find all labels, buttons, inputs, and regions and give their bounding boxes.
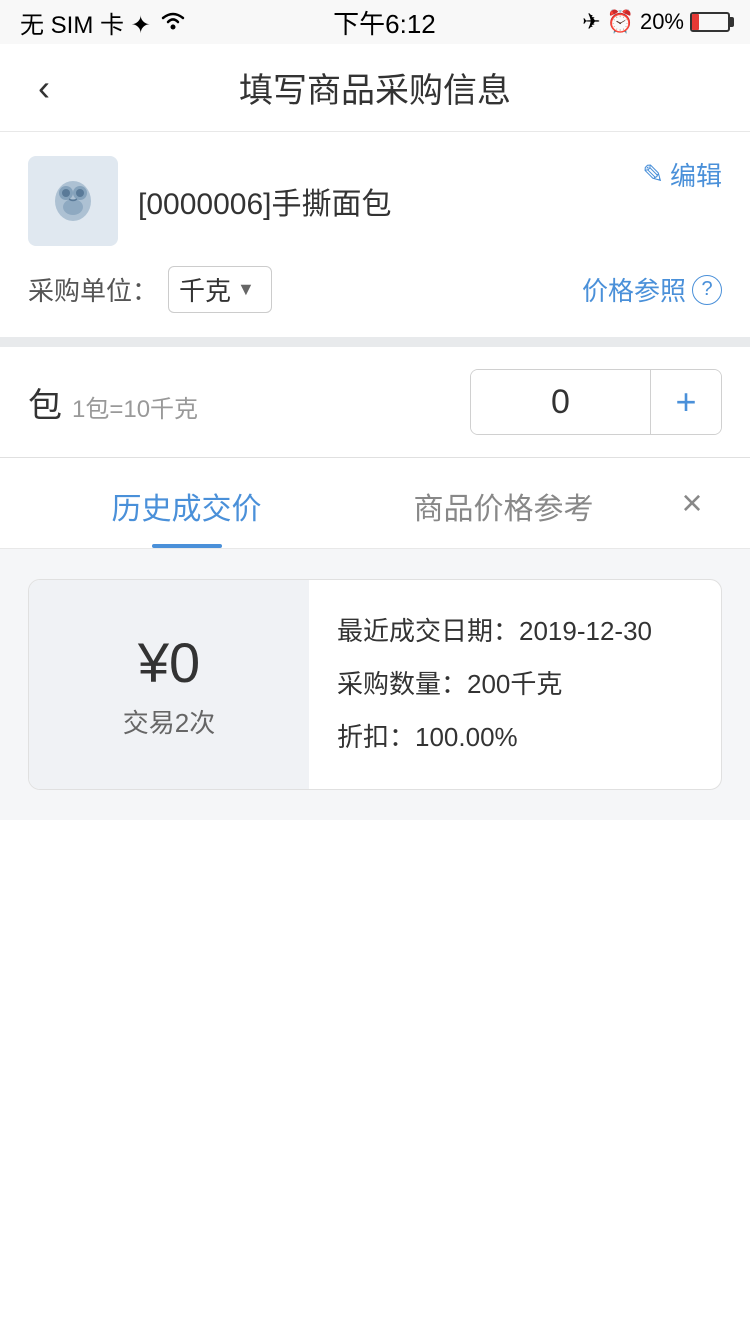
quantity-label: 包 1包=10千克 [28, 378, 198, 427]
recent-date-label: 最近成交日期： [337, 616, 519, 646]
purchase-qty-value: 200千克 [467, 669, 562, 699]
transaction-discount-row: 折扣：100.00% [337, 718, 693, 757]
battery-icon [690, 12, 730, 32]
alarm-icon: ⏰ [607, 9, 634, 35]
status-bar: 无 SIM 卡 ✦ 下午6:12 ✈ ⏰ 20% [0, 0, 750, 44]
edit-label: 编辑 [670, 156, 722, 193]
back-button[interactable]: ‹ [28, 57, 60, 119]
tab-history-price[interactable]: 历史成交价 [28, 458, 345, 548]
status-right: ✈ ⏰ 20% [582, 9, 730, 35]
quantity-control: + [470, 369, 722, 435]
transaction-qty-row: 采购数量：200千克 [337, 665, 693, 704]
wifi-icon [159, 8, 187, 37]
purchase-unit-label: 采购单位： [28, 271, 158, 308]
quantity-input[interactable] [471, 370, 651, 434]
price-reference-button[interactable]: 价格参照 ? [582, 271, 722, 308]
product-left: [0000006]手撕面包 [28, 156, 391, 246]
transaction-count: 交易2次 [123, 703, 215, 740]
purchase-unit: 采购单位： 千克 ▼ [28, 266, 272, 313]
edit-icon: ✎ [642, 159, 664, 190]
help-circle-icon: ? [692, 275, 722, 305]
unit-value: 千克 [179, 271, 231, 308]
transaction-summary: ¥0 交易2次 [29, 580, 309, 789]
quantity-conversion: 1包=10千克 [72, 389, 198, 424]
quantity-plus-button[interactable]: + [651, 370, 721, 434]
quantity-row: 包 1包=10千克 + [0, 347, 750, 457]
nav-bar: ‹ 填写商品采购信息 [0, 44, 750, 132]
transaction-area: ¥0 交易2次 最近成交日期：2019-12-30 采购数量：200千克 折扣：… [0, 549, 750, 820]
purchase-qty-label: 采购数量： [337, 669, 467, 699]
product-card: [0000006]手撕面包 ✎ 编辑 采购单位： 千克 ▼ 价格参照 ? [0, 132, 750, 337]
transaction-price: ¥0 [138, 630, 200, 695]
main-content: [0000006]手撕面包 ✎ 编辑 采购单位： 千克 ▼ 价格参照 ? [0, 132, 750, 1334]
discount-label: 折扣： [337, 722, 415, 752]
transaction-card: ¥0 交易2次 最近成交日期：2019-12-30 采购数量：200千克 折扣：… [28, 579, 722, 790]
product-name: [0000006]手撕面包 [138, 179, 391, 223]
page-title: 填写商品采购信息 [239, 63, 511, 112]
edit-button[interactable]: ✎ 编辑 [642, 156, 722, 193]
price-panel: 历史成交价 商品价格参考 × ¥0 交易2次 最近成交日期：2019-12-30… [0, 457, 750, 820]
transaction-date-row: 最近成交日期：2019-12-30 [337, 612, 693, 651]
status-left: 无 SIM 卡 ✦ [20, 5, 187, 40]
section-divider [0, 337, 750, 347]
unit-select[interactable]: 千克 ▼ [168, 266, 272, 313]
product-logo-icon [43, 167, 103, 236]
tab-bar: 历史成交价 商品价格参考 × [0, 458, 750, 549]
tab-product-price-ref[interactable]: 商品价格参考 [345, 458, 662, 548]
discount-value: 100.00% [415, 722, 518, 752]
battery-percent: 20% [640, 9, 684, 35]
quantity-unit: 包 [28, 378, 62, 427]
location-icon: ✈ [582, 9, 600, 35]
chevron-down-icon: ▼ [237, 279, 255, 300]
recent-date-value: 2019-12-30 [519, 616, 652, 646]
price-ref-label: 价格参照 [582, 271, 686, 308]
product-meta: 采购单位： 千克 ▼ 价格参照 ? [28, 266, 722, 313]
product-header: [0000006]手撕面包 ✎ 编辑 [28, 156, 722, 246]
product-image [28, 156, 118, 246]
status-time: 下午6:12 [333, 4, 436, 41]
transaction-details: 最近成交日期：2019-12-30 采购数量：200千克 折扣：100.00% [309, 580, 721, 789]
close-panel-button[interactable]: × [662, 482, 722, 524]
sim-status: 无 SIM 卡 ✦ [20, 5, 151, 40]
